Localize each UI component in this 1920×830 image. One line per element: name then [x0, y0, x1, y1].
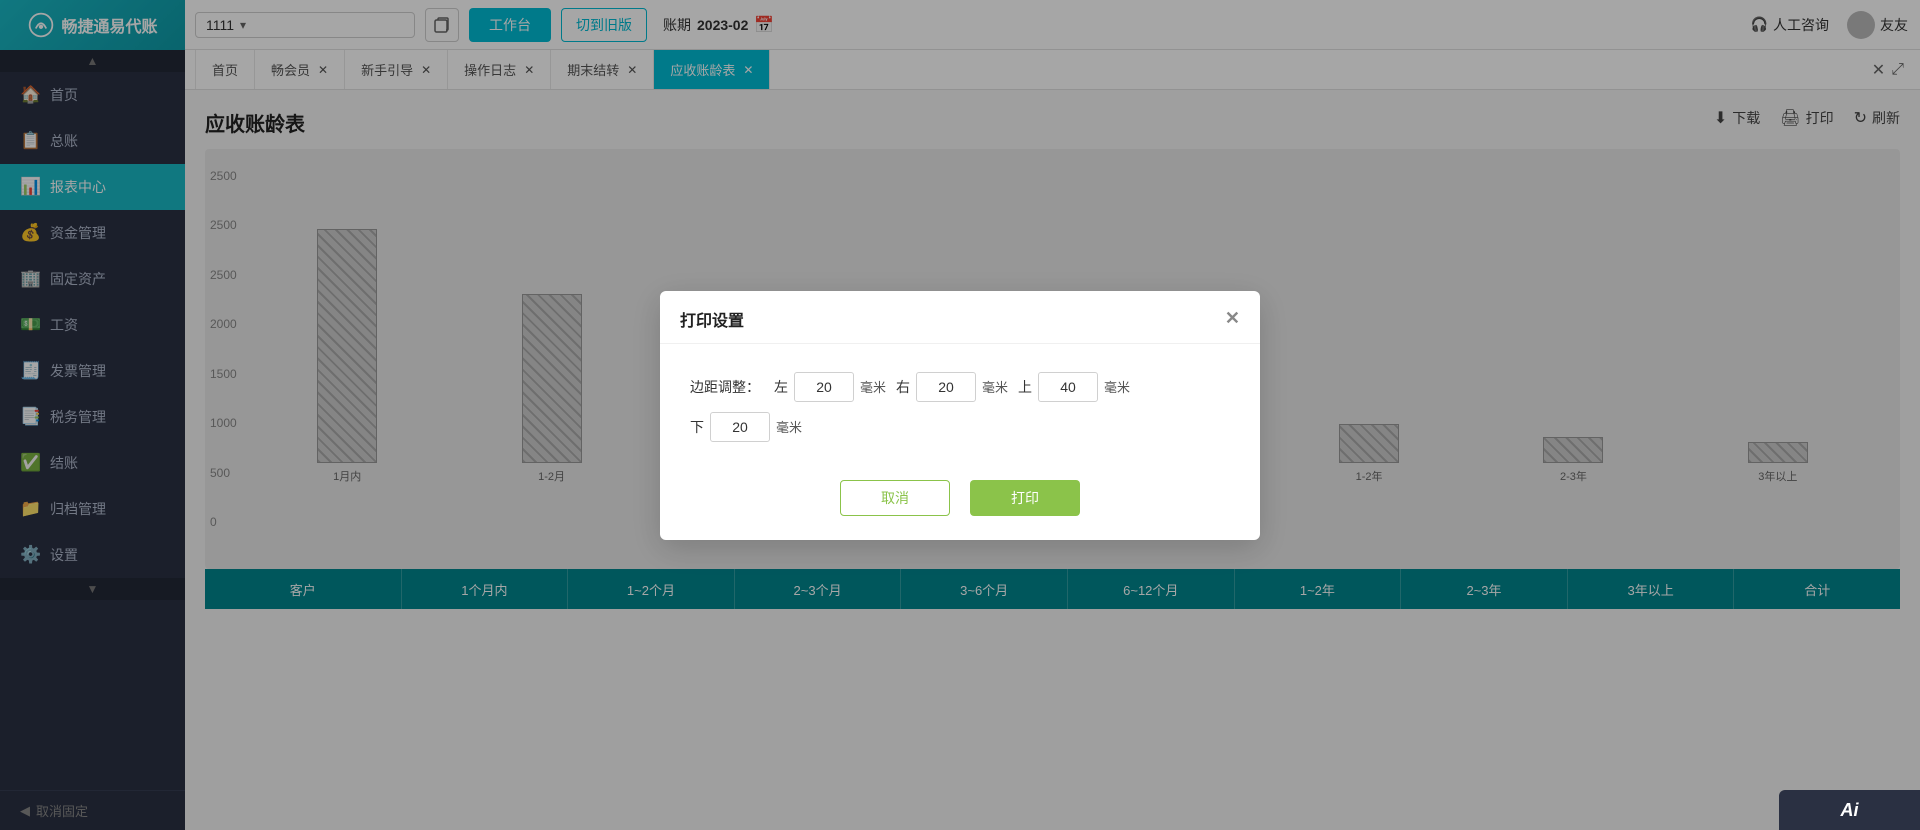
bottom-margin-input[interactable] [710, 412, 770, 442]
modal-overlay: 打印设置 ✕ 边距调整： 左 毫米 右 毫米 上 毫米 [0, 0, 1920, 830]
dialog-header: 打印设置 ✕ [660, 291, 1260, 344]
print-settings-dialog: 打印设置 ✕ 边距调整： 左 毫米 右 毫米 上 毫米 [660, 291, 1260, 540]
ai-bubble[interactable]: Ai [1779, 790, 1920, 830]
dialog-close-button[interactable]: ✕ [1225, 308, 1240, 329]
left-unit: 毫米 [860, 377, 886, 396]
cancel-print-button[interactable]: 取消 [840, 480, 950, 516]
margin-right-group: 右 毫米 [896, 372, 1008, 402]
dialog-body: 边距调整： 左 毫米 右 毫米 上 毫米 下 [660, 344, 1260, 470]
margin-label: 边距调整： [690, 377, 760, 397]
dialog-title: 打印设置 [680, 307, 744, 331]
top-unit: 毫米 [1104, 377, 1130, 396]
margin-row: 边距调整： 左 毫米 右 毫米 上 毫米 下 [690, 372, 1230, 442]
right-label: 右 [896, 377, 910, 397]
margin-bottom-group: 下 毫米 [690, 412, 802, 442]
margin-top-group: 上 毫米 [1018, 372, 1130, 402]
margin-left-group: 左 毫米 [774, 372, 886, 402]
bottom-label: 下 [690, 417, 704, 437]
confirm-print-button[interactable]: 打印 [970, 480, 1080, 516]
top-label: 上 [1018, 377, 1032, 397]
left-label: 左 [774, 377, 788, 397]
top-margin-input[interactable] [1038, 372, 1098, 402]
right-margin-input[interactable] [916, 372, 976, 402]
dialog-footer: 取消 打印 [660, 470, 1260, 540]
ai-label: Ai [1841, 800, 1859, 821]
bottom-unit: 毫米 [776, 417, 802, 436]
right-unit: 毫米 [982, 377, 1008, 396]
left-margin-input[interactable] [794, 372, 854, 402]
